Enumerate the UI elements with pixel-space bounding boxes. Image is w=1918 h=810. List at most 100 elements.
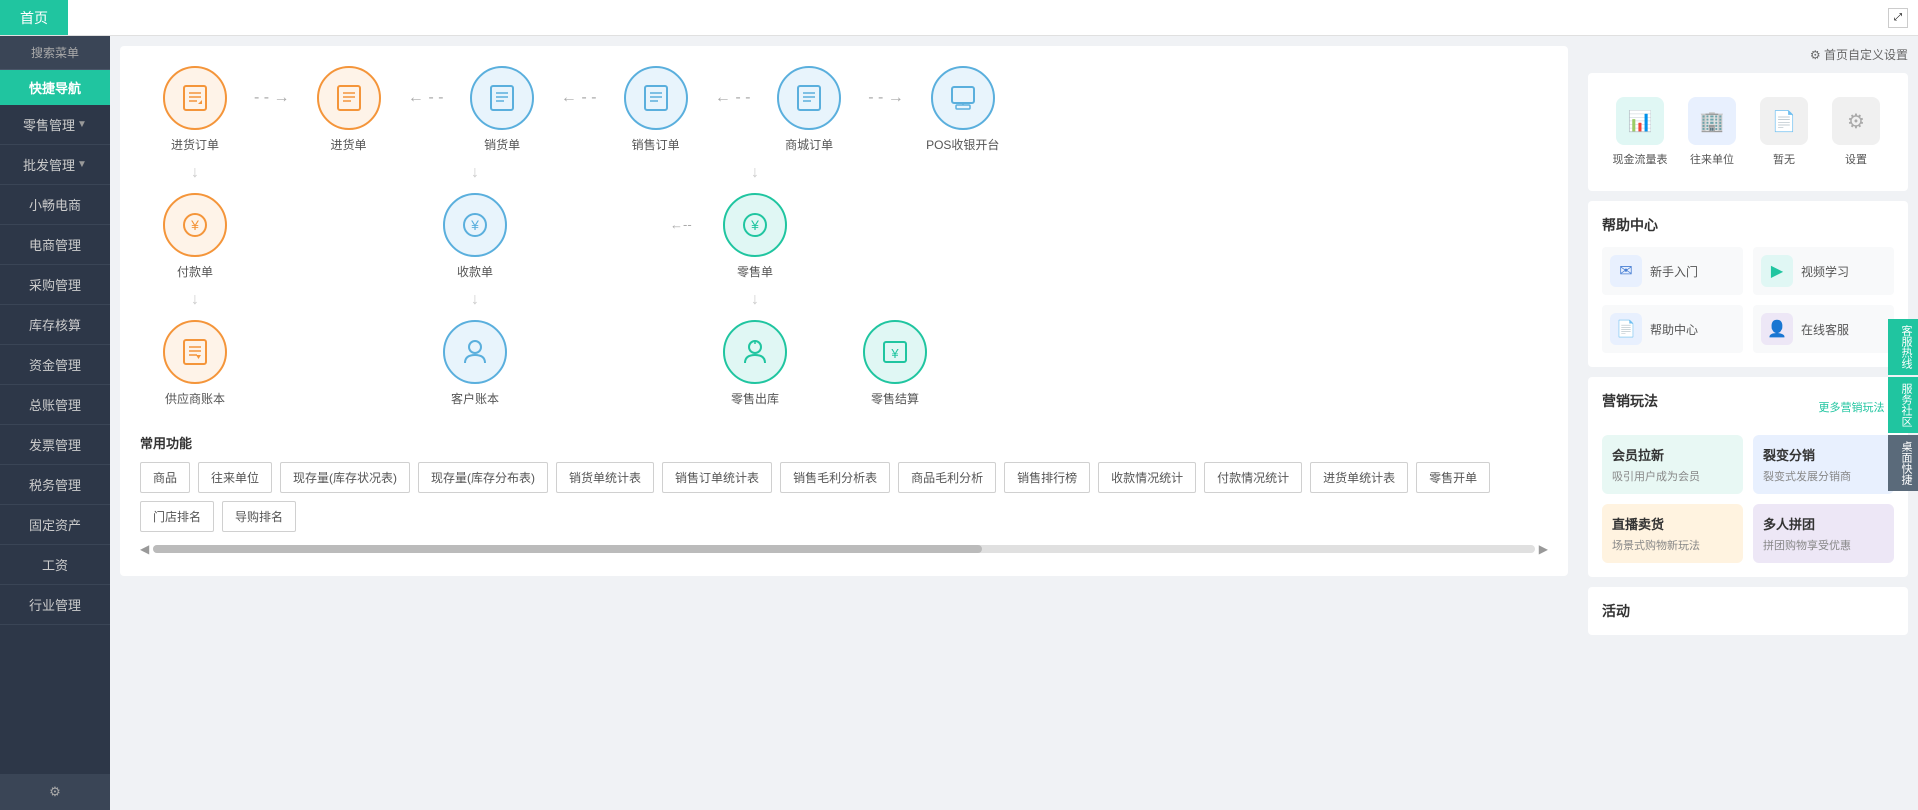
func-button[interactable]: 零售开单 xyxy=(1416,462,1490,493)
func-button[interactable]: 销货单统计表 xyxy=(556,462,654,493)
circle-retail-bill: ¥ xyxy=(723,193,787,257)
sidebar-item-finance[interactable]: 资金管理 xyxy=(0,345,110,385)
sidebar-item-industry[interactable]: 行业管理 xyxy=(0,585,110,625)
float-btn-desktop[interactable]: 桌面快捷 xyxy=(1888,435,1918,491)
node-sales-order[interactable]: 销售订单 xyxy=(601,66,711,153)
scroll-left[interactable]: ◀ xyxy=(140,542,149,556)
func-button[interactable]: 导购排名 xyxy=(222,501,296,532)
node-receipt-bill[interactable]: ¥ 收款单 xyxy=(420,193,530,280)
sidebar-item-purchase[interactable]: 采购管理 xyxy=(0,265,110,305)
marketing-item-desc: 拼团购物享受优惠 xyxy=(1763,537,1884,553)
quick-icon-item[interactable]: 📊 现金流量表 xyxy=(1612,97,1668,167)
sidebar-item-tax[interactable]: 税务管理 xyxy=(0,465,110,505)
func-button[interactable]: 商品毛利分析 xyxy=(898,462,996,493)
help-item-label: 在线客服 xyxy=(1801,321,1849,338)
scroll-track[interactable] xyxy=(153,545,1535,553)
sidebar-item-ecommerce[interactable]: 电商管理 xyxy=(0,225,110,265)
help-icon: ▶ xyxy=(1761,255,1793,287)
node-sales-bill[interactable]: 销货单 xyxy=(447,66,557,153)
help-item[interactable]: ✉新手入门 xyxy=(1602,247,1743,295)
help-icon: 📄 xyxy=(1610,313,1642,345)
arrow-down-payment: ↓ xyxy=(140,292,250,308)
marketing-item[interactable]: 会员拉新吸引用户成为会员 xyxy=(1602,435,1743,494)
top-bar-right: ⤢ xyxy=(1888,8,1918,28)
marketing-item-desc: 吸引用户成为会员 xyxy=(1612,468,1733,484)
fullscreen-button[interactable]: ⤢ xyxy=(1888,8,1908,28)
quick-icon-item[interactable]: ⚙设置 xyxy=(1828,97,1884,167)
scroll-bar[interactable]: ◀ ▶ xyxy=(140,542,1548,556)
node-supplier-account[interactable]: 供应商账本 xyxy=(140,320,250,407)
top-bar: 首页 ⤢ xyxy=(0,0,1918,36)
func-button[interactable]: 收款情况统计 xyxy=(1098,462,1196,493)
common-functions: 常用功能 商品往来单位现存量(库存状况表)现存量(库存分布表)销货单统计表销售订… xyxy=(140,433,1548,532)
func-button[interactable]: 门店排名 xyxy=(140,501,214,532)
quick-icons: 📊 现金流量表 🏢 往来单位 📄暂无 ⚙设置 xyxy=(1602,87,1894,177)
func-button[interactable]: 商品 xyxy=(140,462,190,493)
marketing-item[interactable]: 直播卖货场景式购物新玩法 xyxy=(1602,504,1743,563)
quick-icon-box: 📄 xyxy=(1760,97,1808,145)
quick-icon-item[interactable]: 📄暂无 xyxy=(1756,97,1812,167)
func-button[interactable]: 进货单统计表 xyxy=(1310,462,1408,493)
help-item[interactable]: 👤在线客服 xyxy=(1753,305,1894,353)
help-item[interactable]: ▶ 视频学习 xyxy=(1753,247,1894,295)
activity-card: 活动 xyxy=(1588,587,1908,635)
func-button[interactable]: 销售排行榜 xyxy=(1004,462,1090,493)
help-item[interactable]: 📄 帮助中心 xyxy=(1602,305,1743,353)
node-purchase-order[interactable]: 进货订单 xyxy=(140,66,250,153)
circle-sales-bill xyxy=(470,66,534,130)
quick-icon-box: 🏢 xyxy=(1688,97,1736,145)
help-item-label: 帮助中心 xyxy=(1650,321,1698,338)
quick-icon-label: 往来单位 xyxy=(1690,151,1734,167)
float-buttons: 客服热线 服务社区 桌面快捷 xyxy=(1888,319,1918,491)
func-button[interactable]: 现存量(库存分布表) xyxy=(418,462,548,493)
marketing-more[interactable]: 更多营销玩法 > xyxy=(1819,399,1894,415)
arrow-down-receipt: ↓ xyxy=(420,292,530,308)
func-button[interactable]: 往来单位 xyxy=(198,462,272,493)
marketing-item[interactable]: 多人拼团拼团购物享受优惠 xyxy=(1753,504,1894,563)
scroll-right[interactable]: ▶ xyxy=(1539,542,1548,556)
sidebar-item-inventory[interactable]: 库存核算 xyxy=(0,305,110,345)
sidebar-search[interactable]: 搜索菜单 xyxy=(0,36,110,70)
marketing-item-title: 会员拉新 xyxy=(1612,445,1733,464)
func-grid: 商品往来单位现存量(库存状况表)现存量(库存分布表)销货单统计表销售订单统计表销… xyxy=(140,462,1548,532)
quick-icon-label: 现金流量表 xyxy=(1613,151,1668,167)
tab-home[interactable]: 首页 xyxy=(0,0,68,35)
sidebar-item-assets[interactable]: 固定资产 xyxy=(0,505,110,545)
help-center-card: 帮助中心 ✉新手入门▶视频学习📄帮助中心👤在线客服 xyxy=(1588,201,1908,367)
quick-icon-item[interactable]: 🏢 往来单位 xyxy=(1684,97,1740,167)
sidebar-item-invoice[interactable]: 发票管理 xyxy=(0,425,110,465)
marketing-item-desc: 场景式购物新玩法 xyxy=(1612,537,1733,553)
sidebar-settings[interactable]: ⚙ xyxy=(0,774,110,810)
node-mall-order[interactable]: 商城订单 xyxy=(754,66,864,153)
right-panel: ⚙ 首页自定义设置 📊 现金流量表 🏢 往来单位 📄暂无 ⚙设置 帮助中心 ✉新手入门 ▶ 视… xyxy=(1578,36,1918,810)
marketing-title: 营销玩法 xyxy=(1602,391,1658,411)
arrow-purchase-order-to-bill: - - → xyxy=(254,89,290,131)
node-pos-cashier[interactable]: POS收银开台 xyxy=(908,66,1018,153)
node-retail-settle[interactable]: ¥ 零售结算 xyxy=(840,320,950,407)
node-payment-bill[interactable]: ¥ 付款单 xyxy=(140,193,250,280)
float-btn-community[interactable]: 服务社区 xyxy=(1888,377,1918,433)
sidebar-item-retail[interactable]: 零售管理▼ xyxy=(0,105,110,145)
sidebar-item-wholesale[interactable]: 批发管理▼ xyxy=(0,145,110,185)
help-item-label: 视频学习 xyxy=(1801,263,1849,280)
float-btn-customer-service[interactable]: 客服热线 xyxy=(1888,319,1918,375)
func-button[interactable]: 销售订单统计表 xyxy=(662,462,772,493)
activity-title: 活动 xyxy=(1602,601,1894,621)
node-purchase-bill[interactable]: 进货单 xyxy=(294,66,404,153)
arrow-mall-to-sales: - - → xyxy=(715,89,751,131)
quick-icon-box: 📊 xyxy=(1616,97,1664,145)
marketing-item[interactable]: 裂变分销裂变式发展分销商 xyxy=(1753,435,1894,494)
customize-header[interactable]: ⚙ 首页自定义设置 xyxy=(1588,46,1908,63)
sidebar-item-salary[interactable]: 工资 xyxy=(0,545,110,585)
sidebar-item-ledger[interactable]: 总账管理 xyxy=(0,385,110,425)
arrow-sales-order-to-bill: - - → xyxy=(561,89,597,131)
func-button[interactable]: 现存量(库存状况表) xyxy=(280,462,410,493)
quick-icons-card: 📊 现金流量表 🏢 往来单位 📄暂无 ⚙设置 xyxy=(1588,73,1908,191)
func-button[interactable]: 付款情况统计 xyxy=(1204,462,1302,493)
func-button[interactable]: 销售毛利分析表 xyxy=(780,462,890,493)
node-retail-out[interactable]: 零售出库 xyxy=(700,320,810,407)
sidebar-item-xiaochang[interactable]: 小畅电商 xyxy=(0,185,110,225)
flow-row-1: 进货订单 - - → 进货单 - - → xyxy=(140,66,1548,153)
node-retail-bill[interactable]: ¥ 零售单 xyxy=(700,193,810,280)
node-customer-account[interactable]: 客户账本 xyxy=(420,320,530,407)
